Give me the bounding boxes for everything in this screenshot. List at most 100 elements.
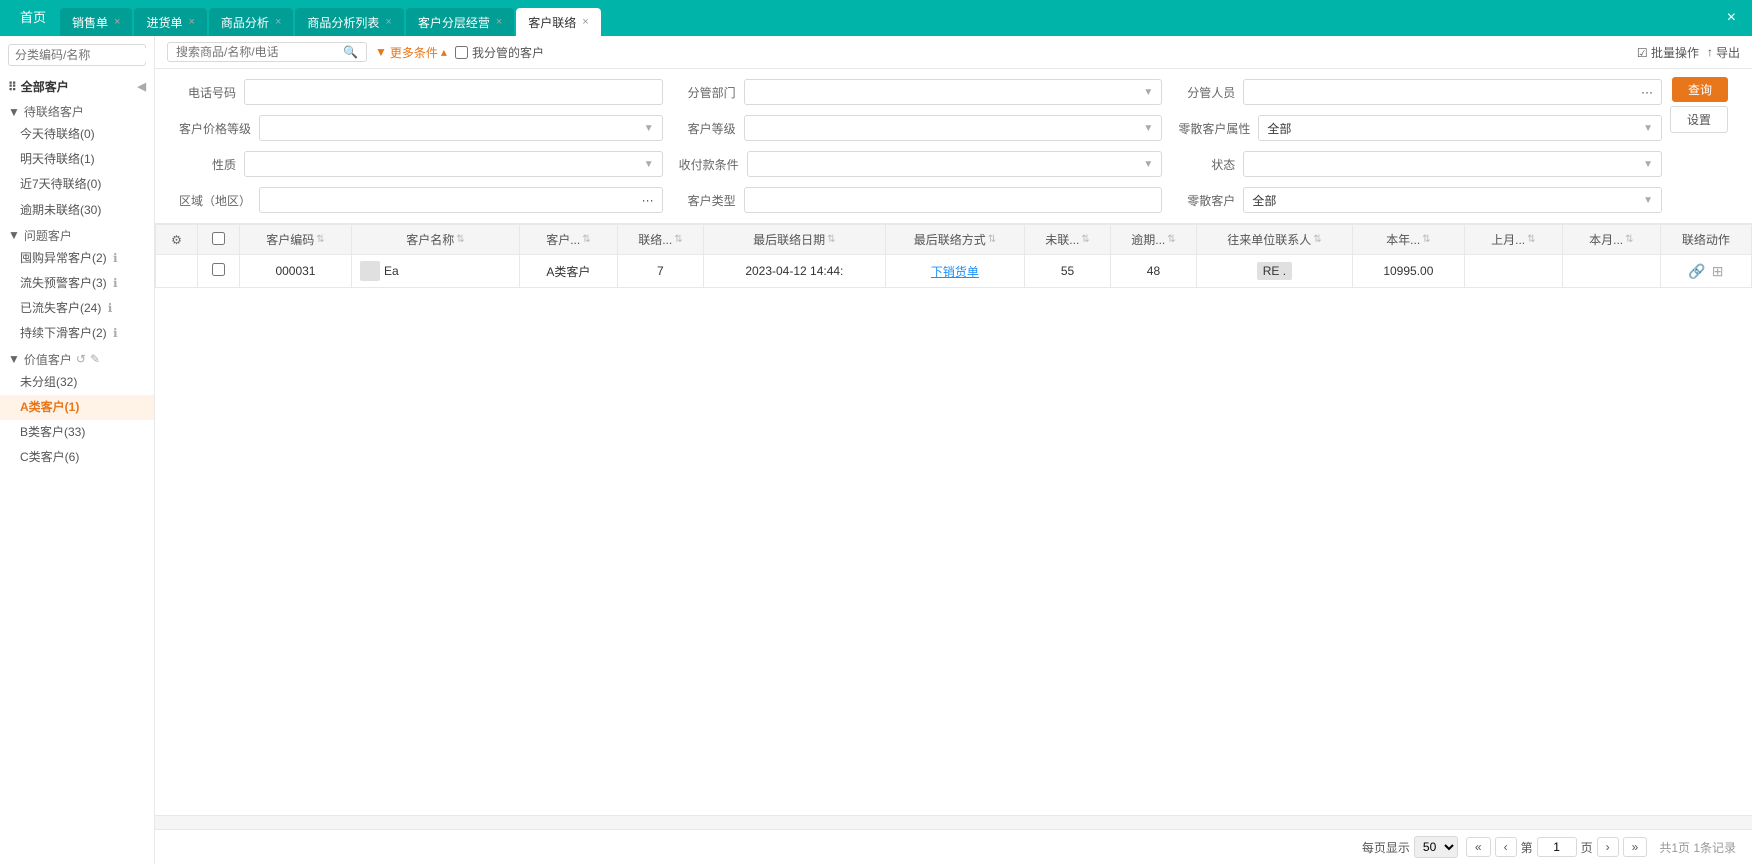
col-checkbox	[197, 225, 239, 255]
sidebar-item-unclassified[interactable]: 未分组(32)	[0, 370, 154, 395]
first-page-button[interactable]: «	[1466, 837, 1491, 857]
tab-product-analysis-list[interactable]: 商品分析列表 ×	[295, 8, 403, 36]
info-icon-3: ℹ	[108, 301, 113, 315]
batch-ops-button[interactable]: ☑ 批量操作	[1637, 44, 1699, 61]
sidebar-search-box[interactable]: 🔍	[8, 44, 146, 66]
sort-contact-icon[interactable]: ⇅	[674, 234, 682, 245]
sidebar-item-loss-warning[interactable]: 流失预警客户(3) ℹ	[0, 271, 154, 296]
adv-status-select[interactable]: ▼	[1243, 151, 1662, 177]
settings-button[interactable]: 设置	[1670, 106, 1728, 133]
more-filter-button[interactable]: ▼ 更多条件 ▴	[375, 44, 447, 61]
sort-last-month-icon[interactable]: ⇅	[1527, 234, 1535, 245]
close-product-analysis-list-icon[interactable]: ×	[385, 16, 391, 28]
window-close-button[interactable]: ×	[1719, 9, 1744, 27]
adv-customer-grade-select[interactable]: ▼	[744, 115, 1163, 141]
page-number-input[interactable]	[1537, 837, 1577, 857]
adv-phone-input[interactable]	[244, 79, 663, 105]
section-problem-customer[interactable]: ▼ 问题客户	[0, 223, 154, 246]
adv-manager-field: 分管人员 ···	[1170, 77, 1670, 107]
close-sales-order-icon[interactable]: ×	[114, 16, 120, 28]
col-settings[interactable]: ⚙	[156, 225, 198, 255]
query-button[interactable]: 查询	[1672, 77, 1728, 102]
sort-noc-icon[interactable]: ⇅	[1081, 234, 1089, 245]
sort-unit-contacts-icon[interactable]: ⇅	[1313, 234, 1321, 245]
home-tab[interactable]: 首页	[8, 0, 58, 36]
adv-scatter-select[interactable]: 全部 ▼	[1243, 187, 1662, 213]
refresh-icon[interactable]: ↺	[76, 352, 86, 366]
sidebar-search-input[interactable]	[15, 48, 155, 62]
tab-customer-segment[interactable]: 客户分层经营 ×	[406, 8, 514, 36]
export-button[interactable]: ↑ 导出	[1707, 44, 1740, 61]
tab-customer-contact[interactable]: 客户联络 ×	[516, 8, 600, 36]
section-value-customer[interactable]: ▼ 价值客户 ↺ ✎	[0, 347, 154, 370]
tab-sales-order[interactable]: 销售单 ×	[60, 8, 132, 36]
adv-payment-field: 收付款条件 ▼	[671, 149, 1171, 179]
row-checkbox[interactable]	[212, 263, 225, 276]
adv-price-grade-label: 客户价格等级	[179, 120, 259, 137]
sort-overdue-icon[interactable]: ⇅	[1167, 234, 1175, 245]
main-search-input[interactable]	[176, 45, 343, 59]
adv-dept-select[interactable]: ▼	[744, 79, 1163, 105]
filter-action-buttons: 查询 设置	[1670, 77, 1736, 133]
sidebar-item-declining-customer[interactable]: 持续下滑客户(2) ℹ	[0, 321, 154, 346]
close-customer-segment-icon[interactable]: ×	[496, 16, 502, 28]
sidebar-item-class-b[interactable]: B类客户(33)	[0, 420, 154, 445]
next-page-button[interactable]: ›	[1597, 837, 1619, 857]
sidebar-item-today-contact[interactable]: 今天待联络(0)	[0, 122, 154, 147]
sort-this-month-icon[interactable]: ⇅	[1625, 234, 1633, 245]
adv-phone-field: 电话号码	[171, 77, 671, 107]
close-customer-contact-icon[interactable]: ×	[582, 16, 588, 28]
adv-payment-select[interactable]: ▼	[747, 151, 1163, 177]
all-customers-header[interactable]: ⠿ 全部客户 ◀	[0, 74, 154, 99]
info-icon-2: ℹ	[113, 276, 118, 290]
adv-price-grade-select[interactable]: ▼	[259, 115, 663, 141]
collapse-sidebar-icon[interactable]: ◀	[138, 80, 146, 93]
adv-region-input[interactable]: ···	[259, 187, 663, 213]
main-search-box[interactable]: 🔍	[167, 42, 367, 62]
sidebar-item-class-c[interactable]: C类客户(6)	[0, 445, 154, 470]
sidebar: 🔍 ⠿ 全部客户 ◀ ▼ 待联络客户 今天待联络(0) 明天待联络(1) 近7天…	[0, 36, 155, 864]
per-page-select[interactable]: 50	[1414, 836, 1458, 858]
tab-purchase-order[interactable]: 进货单 ×	[134, 8, 206, 36]
close-product-analysis-icon[interactable]: ×	[275, 16, 281, 28]
select-all-checkbox[interactable]	[212, 232, 225, 245]
sidebar-item-7days-contact[interactable]: 近7天待联络(0)	[0, 172, 154, 197]
tab-product-analysis[interactable]: 商品分析 ×	[209, 8, 293, 36]
table-settings-icon[interactable]: ⚙	[171, 233, 182, 247]
my-customer-check[interactable]	[455, 46, 468, 59]
sidebar-item-tomorrow-contact[interactable]: 明天待联络(1)	[0, 147, 154, 172]
row-last-way-cell[interactable]: 下销货单	[885, 255, 1024, 288]
row-grid-icon[interactable]: ⊞	[1712, 263, 1724, 280]
sidebar-item-hoarding-abnormal[interactable]: 囤购异常客户(2) ℹ	[0, 246, 154, 271]
sort-type-icon[interactable]: ⇅	[582, 234, 590, 245]
adv-manager-label: 分管人员	[1178, 84, 1243, 101]
last-page-button[interactable]: »	[1623, 837, 1648, 857]
section3-arrow-icon: ▼	[8, 352, 20, 366]
prev-page-button[interactable]: ‹	[1495, 837, 1517, 857]
edit-icon[interactable]: ✎	[90, 352, 100, 366]
row-settings-cell	[156, 255, 198, 288]
my-customer-checkbox[interactable]: 我分管的客户	[455, 44, 544, 61]
customer-table: ⚙ 客户编码 ⇅ 客户名称	[155, 224, 1752, 288]
col-header-way: 最后联络方式 ⇅	[885, 225, 1024, 255]
sidebar-item-lost-customer[interactable]: 已流失客户(24) ℹ	[0, 296, 154, 321]
close-purchase-order-icon[interactable]: ×	[188, 16, 194, 28]
sort-code-icon[interactable]: ⇅	[316, 234, 324, 245]
adv-manager-input[interactable]: ···	[1243, 79, 1662, 105]
filter-arrow-icon: ▴	[441, 45, 447, 59]
sort-way-icon[interactable]: ⇅	[988, 234, 996, 245]
adv-customer-type-input[interactable]	[744, 187, 1163, 213]
sort-date-icon[interactable]: ⇅	[827, 234, 835, 245]
sort-year-icon[interactable]: ⇅	[1422, 234, 1430, 245]
sidebar-item-overdue-contact[interactable]: 逾期未联络(30)	[0, 198, 154, 223]
section-pending-contact[interactable]: ▼ 待联络客户	[0, 99, 154, 122]
horizontal-scrollbar[interactable]	[155, 815, 1752, 829]
adv-status-label: 状态	[1178, 156, 1243, 173]
sort-name-icon[interactable]: ⇅	[456, 234, 464, 245]
col-header-this-month: 本月... ⇅	[1562, 225, 1660, 255]
row-link-icon[interactable]: 🔗	[1688, 263, 1705, 280]
adv-scatter-attr-select[interactable]: 全部 ▼	[1258, 115, 1662, 141]
checkbox-icon: ☑	[1637, 46, 1648, 60]
sidebar-item-class-a[interactable]: A类客户(1)	[0, 395, 154, 420]
adv-nature-select[interactable]: ▼	[244, 151, 663, 177]
